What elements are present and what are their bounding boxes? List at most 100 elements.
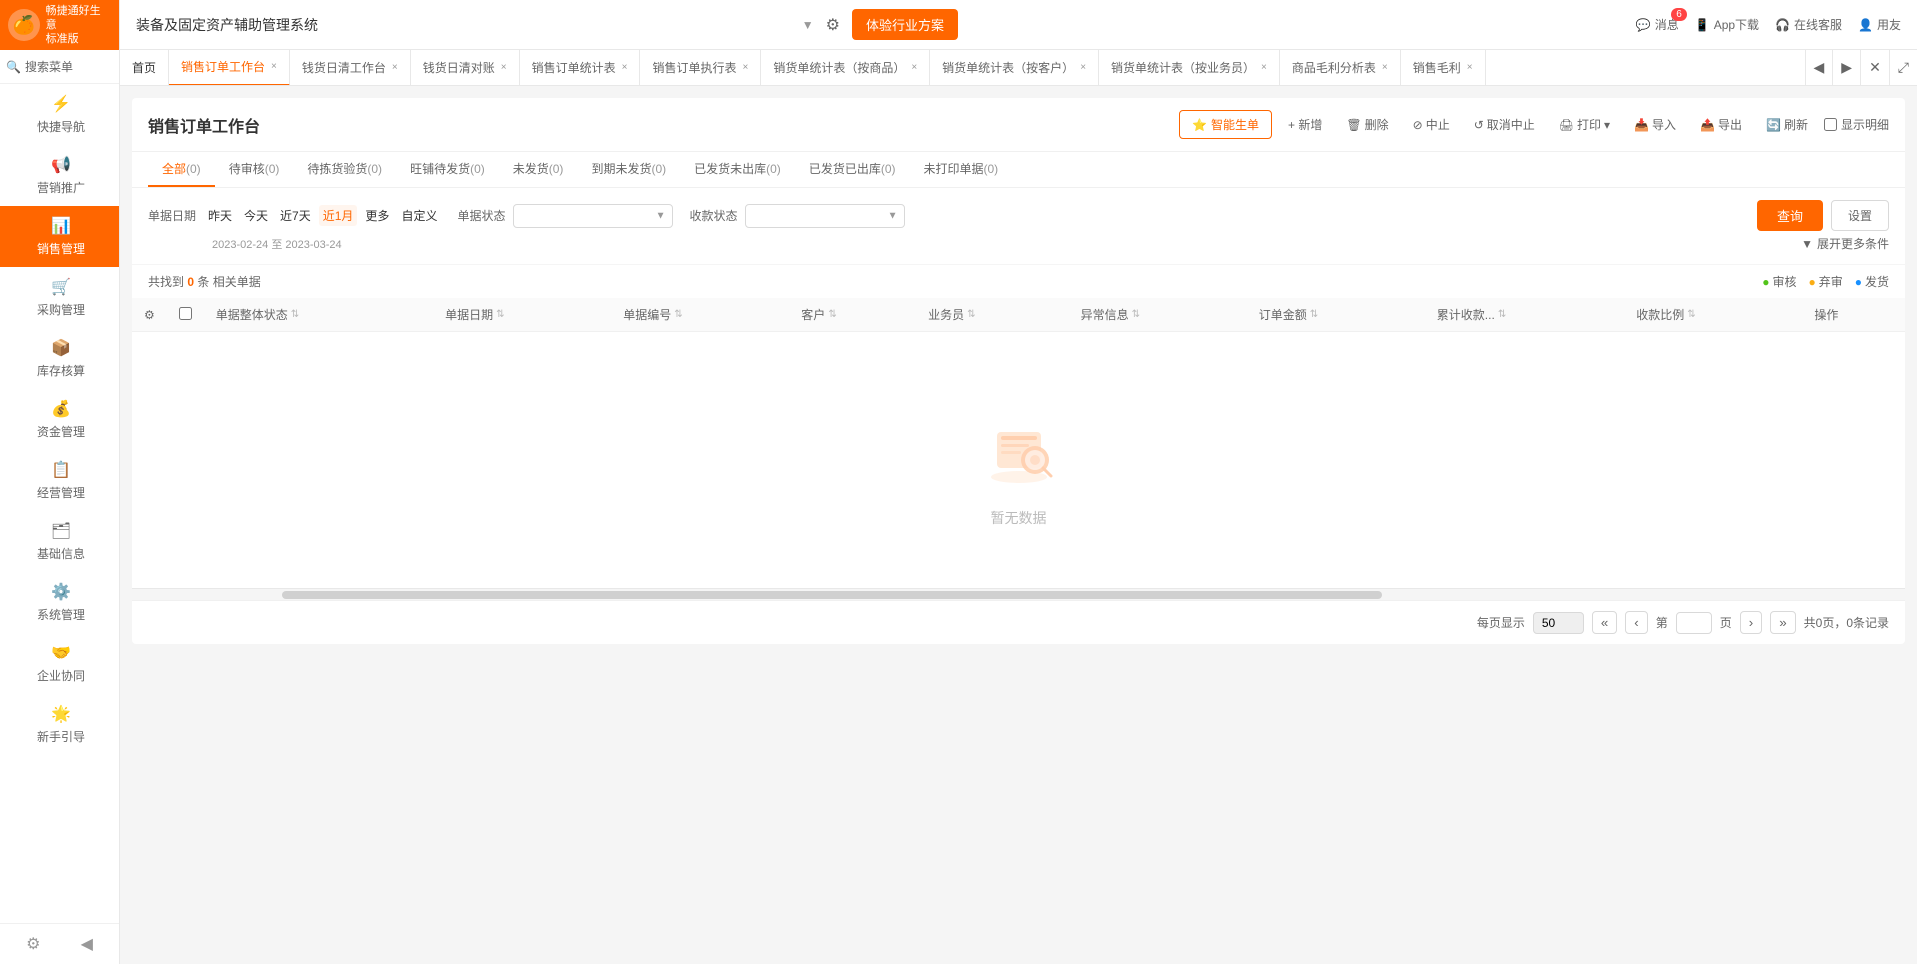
- print-btn[interactable]: 🖨 打印 ▾: [1551, 111, 1618, 138]
- tab-maximize-btn[interactable]: ⤢: [1889, 50, 1917, 86]
- sidebar-item-basic[interactable]: 🗂基础信息: [0, 511, 119, 572]
- sidebar-item-sales[interactable]: 📊销售管理: [0, 206, 119, 267]
- col-settings-icon[interactable]: ⚙: [144, 308, 155, 322]
- tab-sales-summary-staff[interactable]: 销货单统计表（按业务员）×: [1099, 50, 1280, 86]
- collapse-icon[interactable]: ◀: [81, 934, 93, 954]
- tab-close-cash-daily[interactable]: ×: [392, 62, 398, 73]
- th-amount[interactable]: 订单金额: [1247, 298, 1425, 332]
- tab-home[interactable]: 首页: [120, 50, 169, 86]
- ship-btn[interactable]: ● 发货: [1855, 273, 1889, 290]
- scroll-thumb[interactable]: [282, 591, 1382, 599]
- th-sort-collected[interactable]: 累计收款...: [1437, 306, 1612, 323]
- settings-icon[interactable]: ⚙: [26, 934, 40, 954]
- status-select[interactable]: [513, 204, 673, 228]
- tab-cash-reconcile[interactable]: 钱货日清对账×: [411, 50, 520, 86]
- tab-close-sales-summary-goods[interactable]: ×: [911, 62, 917, 73]
- user-menu[interactable]: 👤 用友: [1858, 16, 1901, 33]
- th-collected[interactable]: 累计收款...: [1425, 298, 1624, 332]
- th-operation[interactable]: 操作: [1802, 298, 1905, 332]
- sub-tab-overdue-not-shipped[interactable]: 到期未发货(0): [577, 152, 680, 187]
- th-sort-number[interactable]: 单据编号: [623, 306, 777, 323]
- tab-sales-profit[interactable]: 销售毛利×: [1401, 50, 1486, 86]
- sub-tab-wangpu-pending[interactable]: 旺铺待发货(0): [396, 152, 499, 187]
- th-number[interactable]: 单据编号: [611, 298, 789, 332]
- tab-close-all-btn[interactable]: ✕: [1860, 50, 1889, 86]
- message-icon-wrap[interactable]: 💬 消息 6: [1636, 16, 1679, 33]
- online-service[interactable]: 🎧 在线客服: [1775, 16, 1842, 33]
- th-sort-date[interactable]: 单据日期: [445, 306, 599, 323]
- th-date[interactable]: 单据日期: [433, 298, 611, 332]
- tab-close-margin-analysis[interactable]: ×: [1382, 62, 1388, 73]
- sidebar-item-finance[interactable]: 💰资金管理: [0, 389, 119, 450]
- sidebar-item-purchase[interactable]: 🛒采购管理: [0, 267, 119, 328]
- sub-tab-shipped-not-out[interactable]: 已发货未出库(0): [680, 152, 795, 187]
- stop-btn[interactable]: ⊘ 中止: [1405, 111, 1458, 138]
- sidebar-search[interactable]: 🔍 搜索菜单: [0, 50, 119, 84]
- cancel-stop-btn[interactable]: ↺ 取消中止: [1466, 111, 1543, 138]
- sidebar-item-enterprise[interactable]: 🤝企业协同: [0, 633, 119, 694]
- sub-tab-not-printed[interactable]: 未打印单据(0): [910, 152, 1013, 187]
- payment-select[interactable]: [745, 204, 905, 228]
- tab-close-sales-summary-staff[interactable]: ×: [1261, 62, 1267, 73]
- tab-close-sales-stat[interactable]: ×: [622, 62, 628, 73]
- sidebar-item-marketing[interactable]: 📢营销推广: [0, 145, 119, 206]
- tab-sales-summary-goods[interactable]: 销货单统计表（按商品）×: [761, 50, 930, 86]
- cancel-audit-btn[interactable]: ● 弃审: [1808, 273, 1842, 290]
- prev-page-btn[interactable]: ‹: [1625, 611, 1647, 634]
- th-staff[interactable]: 业务员: [916, 298, 1068, 332]
- tab-close-sales-profit[interactable]: ×: [1467, 62, 1473, 73]
- query-btn[interactable]: 查询: [1757, 200, 1823, 231]
- export-btn[interactable]: 📤 导出: [1692, 111, 1750, 138]
- first-page-btn[interactable]: «: [1592, 611, 1617, 634]
- tab-close-sales-workbench[interactable]: ×: [271, 61, 277, 72]
- header-settings-icon[interactable]: ⚙: [826, 15, 840, 35]
- tab-next-btn[interactable]: ▶: [1832, 50, 1860, 86]
- th-sort-abnormal[interactable]: 异常信息: [1081, 306, 1235, 323]
- page-size-select[interactable]: 102050100: [1533, 612, 1584, 634]
- smart-create-btn[interactable]: ⭐ 智能生单: [1179, 110, 1272, 139]
- date-option-昨天[interactable]: 昨天: [204, 205, 236, 226]
- sidebar-item-guide[interactable]: 🌟新手引导: [0, 694, 119, 755]
- sub-tab-not-shipped[interactable]: 未发货(0): [499, 152, 578, 187]
- tab-close-cash-reconcile[interactable]: ×: [501, 62, 507, 73]
- sub-tab-pending-review[interactable]: 待审核(0): [215, 152, 294, 187]
- delete-btn[interactable]: 🗑 删除: [1338, 111, 1396, 138]
- th-status[interactable]: 单据整体状态: [204, 298, 433, 332]
- scroll-area[interactable]: [132, 588, 1905, 600]
- refresh-btn[interactable]: 🔄 刷新: [1758, 111, 1816, 138]
- tab-sales-summary-customer[interactable]: 销货单统计表（按客户）×: [930, 50, 1099, 86]
- select-all-checkbox[interactable]: [179, 307, 192, 320]
- expand-btn[interactable]: ▼ 展开更多条件: [1801, 235, 1889, 252]
- date-option-今天[interactable]: 今天: [240, 205, 272, 226]
- tab-close-sales-exec[interactable]: ×: [742, 62, 748, 73]
- last-page-btn[interactable]: »: [1770, 611, 1795, 634]
- tab-sales-stat[interactable]: 销售订单统计表×: [520, 50, 641, 86]
- sidebar-item-quick-nav[interactable]: ⚡快捷导航: [0, 84, 119, 145]
- th-customer[interactable]: 客户: [789, 298, 916, 332]
- app-download[interactable]: 📱 App下载: [1695, 16, 1759, 33]
- import-btn[interactable]: 📥 导入: [1626, 111, 1684, 138]
- sub-tab-all[interactable]: 全部(0): [148, 152, 215, 187]
- tab-prev-btn[interactable]: ◀: [1805, 50, 1833, 86]
- sub-tab-shipped-out[interactable]: 已发货已出库(0): [795, 152, 910, 187]
- page-input[interactable]: 1: [1676, 612, 1712, 634]
- tab-sales-workbench[interactable]: 销售订单工作台×: [169, 50, 290, 86]
- tab-cash-daily[interactable]: 钱货日清工作台×: [290, 50, 411, 86]
- date-option-近7天[interactable]: 近7天: [276, 205, 315, 226]
- show-detail-checkbox[interactable]: 显示明细: [1824, 116, 1889, 133]
- date-option-更多[interactable]: 更多: [361, 205, 393, 226]
- chevron-down-icon[interactable]: ▼: [802, 18, 814, 32]
- th-sort-amount[interactable]: 订单金额: [1259, 306, 1413, 323]
- next-page-btn[interactable]: ›: [1740, 611, 1762, 634]
- sub-tab-pending-inspect[interactable]: 待拣货验货(0): [293, 152, 396, 187]
- tab-margin-analysis[interactable]: 商品毛利分析表×: [1280, 50, 1401, 86]
- tab-close-sales-summary-customer[interactable]: ×: [1080, 62, 1086, 73]
- add-btn[interactable]: + 新增: [1280, 111, 1330, 138]
- th-sort-customer[interactable]: 客户: [801, 306, 904, 323]
- tab-sales-exec[interactable]: 销售订单执行表×: [640, 50, 761, 86]
- setting-btn[interactable]: 设置: [1831, 200, 1889, 231]
- sidebar-item-operation[interactable]: 📋经营管理: [0, 450, 119, 511]
- date-option-自定义[interactable]: 自定义: [397, 205, 441, 226]
- th-abnormal[interactable]: 异常信息: [1069, 298, 1247, 332]
- th-sort-ratio[interactable]: 收款比例: [1636, 306, 1790, 323]
